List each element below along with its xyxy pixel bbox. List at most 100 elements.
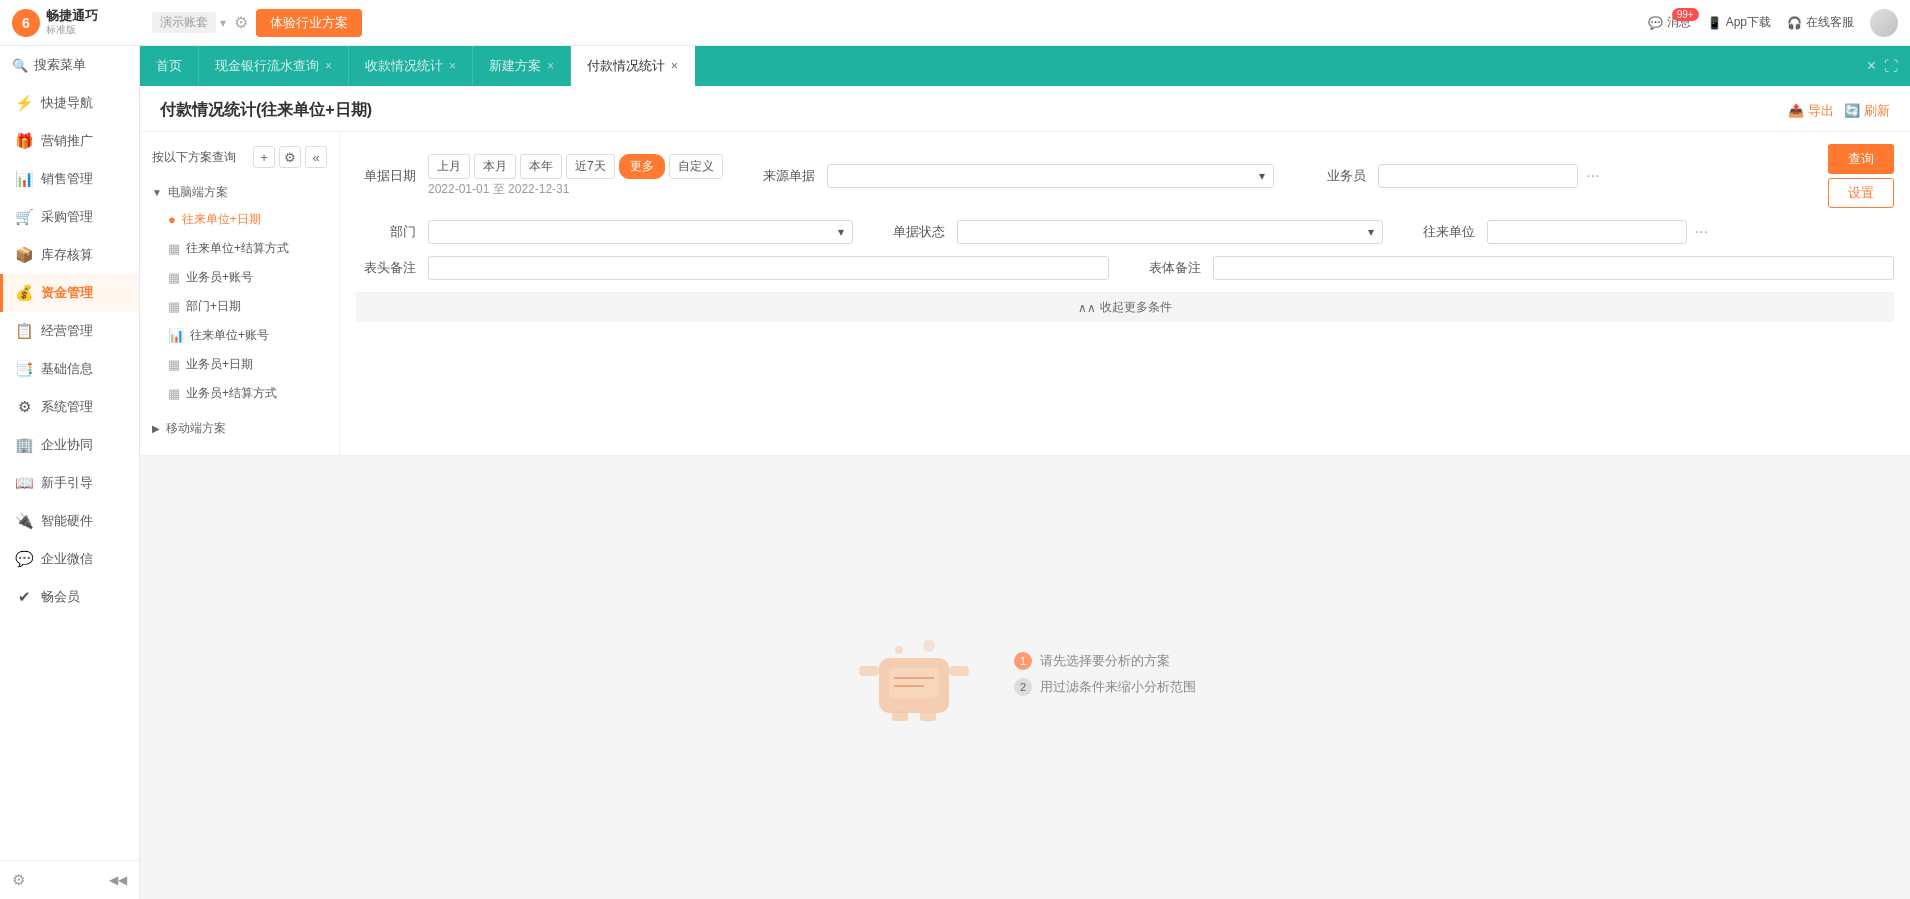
sidebar-item-guide[interactable]: 📖 新手引导: [0, 464, 139, 502]
sidebar-label-capital: 资金管理: [41, 284, 93, 302]
desktop-section-arrow: ▼: [152, 187, 162, 198]
message-icon: 💬: [1648, 16, 1663, 30]
export-label: 导出: [1808, 102, 1834, 120]
scheme-item-staff-date-label: 业务员+日期: [186, 356, 253, 373]
sidebar-item-sales[interactable]: 📊 销售管理: [0, 160, 139, 198]
scheme-section-desktop-title[interactable]: ▼ 电脑端方案: [140, 180, 339, 205]
scheme-item-unit-account[interactable]: 📊 往来单位+账号: [140, 321, 339, 350]
staff-dots[interactable]: ···: [1582, 167, 1603, 185]
settings-btn[interactable]: 设置: [1828, 178, 1894, 208]
sidebar-label-system: 系统管理: [41, 398, 93, 416]
sidebar-item-vip[interactable]: ✔ 畅会员: [0, 578, 139, 616]
date-label: 单据日期: [356, 167, 416, 185]
collapse-label: 收起更多条件: [1100, 299, 1172, 316]
body-note-input[interactable]: [1213, 256, 1894, 280]
scheme-add-btn[interactable]: +: [253, 146, 275, 168]
scheme-item-unit-settlement[interactable]: ▦ 往来单位+结算方式: [140, 234, 339, 263]
tab-new-scheme[interactable]: 新建方案 ×: [473, 46, 571, 86]
scheme-collapse-btn[interactable]: «: [305, 146, 327, 168]
headset-icon: 🎧: [1787, 16, 1802, 30]
query-btn[interactable]: 查询: [1828, 144, 1894, 174]
scheme-item-unit-settlement-label: 往来单位+结算方式: [186, 240, 289, 257]
tab-bar: 首页 现金银行流水查询 × 收款情况统计 × 新建方案 × 付款情况统计 × ×…: [140, 46, 1910, 86]
tab-new-scheme-label: 新建方案: [489, 57, 541, 75]
online-service-btn[interactable]: 🎧 在线客服: [1787, 14, 1854, 31]
collapse-more-btn[interactable]: ∧∧ 收起更多条件: [356, 292, 1894, 322]
sidebar-label-enterprise: 企业协同: [41, 436, 93, 454]
sidebar-item-marketing[interactable]: 🎁 营销推广: [0, 122, 139, 160]
scheme-item-staff-date[interactable]: ▦ 业务员+日期: [140, 350, 339, 379]
scheme-settings-btn[interactable]: ⚙: [279, 146, 301, 168]
sidebar-item-inventory[interactable]: 📦 库存核算: [0, 236, 139, 274]
try-industry-btn[interactable]: 体验行业方案: [256, 9, 362, 37]
staff-input[interactable]: [1378, 164, 1578, 188]
refresh-btn[interactable]: 🔄 刷新: [1844, 102, 1890, 120]
org-dropdown-icon[interactable]: ▾: [220, 16, 226, 30]
tab-home[interactable]: 首页: [140, 46, 199, 86]
scheme-item-staff-settlement[interactable]: ▦ 业务员+结算方式: [140, 379, 339, 408]
sidebar-label-sales: 销售管理: [41, 170, 93, 188]
empty-text: 1 请先选择要分析的方案 2 用过滤条件来缩小分析范围: [1014, 652, 1196, 704]
app-download-btn[interactable]: 📱 App下载: [1707, 14, 1771, 31]
scheme-section-mobile-title[interactable]: ▶ 移动端方案: [140, 416, 339, 441]
page-header: 付款情况统计(往来单位+日期) 📤 导出 🔄 刷新: [140, 86, 1910, 132]
dept-select[interactable]: ▾: [428, 220, 853, 244]
search-menu-item[interactable]: 🔍 搜索菜单: [0, 46, 139, 84]
bottom-settings-icon[interactable]: ⚙: [12, 871, 25, 889]
empty-content: 1 请先选择要分析的方案 2 用过滤条件来缩小分析范围: [854, 628, 1196, 728]
online-service-label: 在线客服: [1806, 14, 1854, 31]
date-btn-more[interactable]: 更多: [619, 154, 665, 179]
staff-input-wrap: ···: [1378, 164, 1808, 188]
sidebar-item-operations[interactable]: 📋 经营管理: [0, 312, 139, 350]
date-btn-this-month[interactable]: 本月: [474, 154, 516, 179]
export-btn[interactable]: 📤 导出: [1788, 102, 1834, 120]
sidebar-label-marketing: 营销推广: [41, 132, 93, 150]
user-avatar[interactable]: [1870, 9, 1898, 37]
marketing-icon: 🎁: [15, 132, 33, 150]
sidebar-item-quick-nav[interactable]: ⚡ 快捷导航: [0, 84, 139, 122]
svg-point-4: [895, 646, 903, 654]
scheme-item-staff-account[interactable]: ▦ 业务员+账号: [140, 263, 339, 292]
date-btn-7days[interactable]: 近7天: [566, 154, 615, 179]
scheme-item-unit-date[interactable]: ● 往来单位+日期: [140, 205, 339, 234]
tab-expand-icon[interactable]: ⛶: [1884, 58, 1898, 74]
date-range: 2022-01-01 至 2022-12-31: [428, 181, 723, 198]
messages-btn[interactable]: 💬 消息 99+: [1648, 14, 1691, 31]
source-select[interactable]: ▾: [827, 164, 1275, 188]
sidebar-item-weixin[interactable]: 💬 企业微信: [0, 540, 139, 578]
tab-new-scheme-close[interactable]: ×: [547, 59, 554, 73]
logo-area: 6 畅捷通巧 标准版: [12, 8, 152, 38]
scheme-panel-header: 按以下方案查询 + ⚙ «: [140, 142, 339, 176]
date-btn-custom[interactable]: 自定义: [669, 154, 723, 179]
sidebar-item-capital[interactable]: 💰 资金管理: [0, 274, 139, 312]
tab-bank-flow-close[interactable]: ×: [325, 59, 332, 73]
scheme-item-unit-date-icon: ●: [168, 212, 176, 227]
tab-payment-stats-label: 付款情况统计: [587, 57, 665, 75]
sidebar-item-enterprise[interactable]: 🏢 企业协同: [0, 426, 139, 464]
tab-bank-flow[interactable]: 现金银行流水查询 ×: [199, 46, 349, 86]
unit-input[interactable]: [1487, 220, 1687, 244]
tab-payment-stats-close[interactable]: ×: [671, 59, 678, 73]
tab-payment-stats[interactable]: 付款情况统计 ×: [571, 46, 695, 86]
tab-receipt-stats-close[interactable]: ×: [449, 59, 456, 73]
tab-close-all-icon[interactable]: ×: [1867, 57, 1876, 75]
scheme-item-dept-date[interactable]: ▦ 部门+日期: [140, 292, 339, 321]
date-btn-last-month[interactable]: 上月: [428, 154, 470, 179]
date-btn-this-year[interactable]: 本年: [520, 154, 562, 179]
tab-receipt-stats[interactable]: 收款情况统计 ×: [349, 46, 473, 86]
sidebar-label-vip: 畅会员: [41, 588, 80, 606]
unit-dots[interactable]: ···: [1691, 223, 1712, 241]
sidebar-item-system[interactable]: ⚙ 系统管理: [0, 388, 139, 426]
sidebar-item-hardware[interactable]: 🔌 智能硬件: [0, 502, 139, 540]
guide-icon: 📖: [15, 474, 33, 492]
doc-status-select[interactable]: ▾: [957, 220, 1382, 244]
header-note-label: 表头备注: [356, 259, 416, 277]
sidebar-bottom: ⚙ ◀◀: [0, 860, 139, 899]
gear-icon[interactable]: ⚙: [234, 13, 248, 32]
system-icon: ⚙: [15, 398, 33, 416]
sidebar-item-basicinfo[interactable]: 📑 基础信息: [0, 350, 139, 388]
header-org[interactable]: 演示账套 ▾: [152, 12, 226, 33]
header-note-input[interactable]: [428, 256, 1109, 280]
sidebar-item-purchase[interactable]: 🛒 采购管理: [0, 198, 139, 236]
bottom-collapse-icon[interactable]: ◀◀: [109, 873, 127, 887]
